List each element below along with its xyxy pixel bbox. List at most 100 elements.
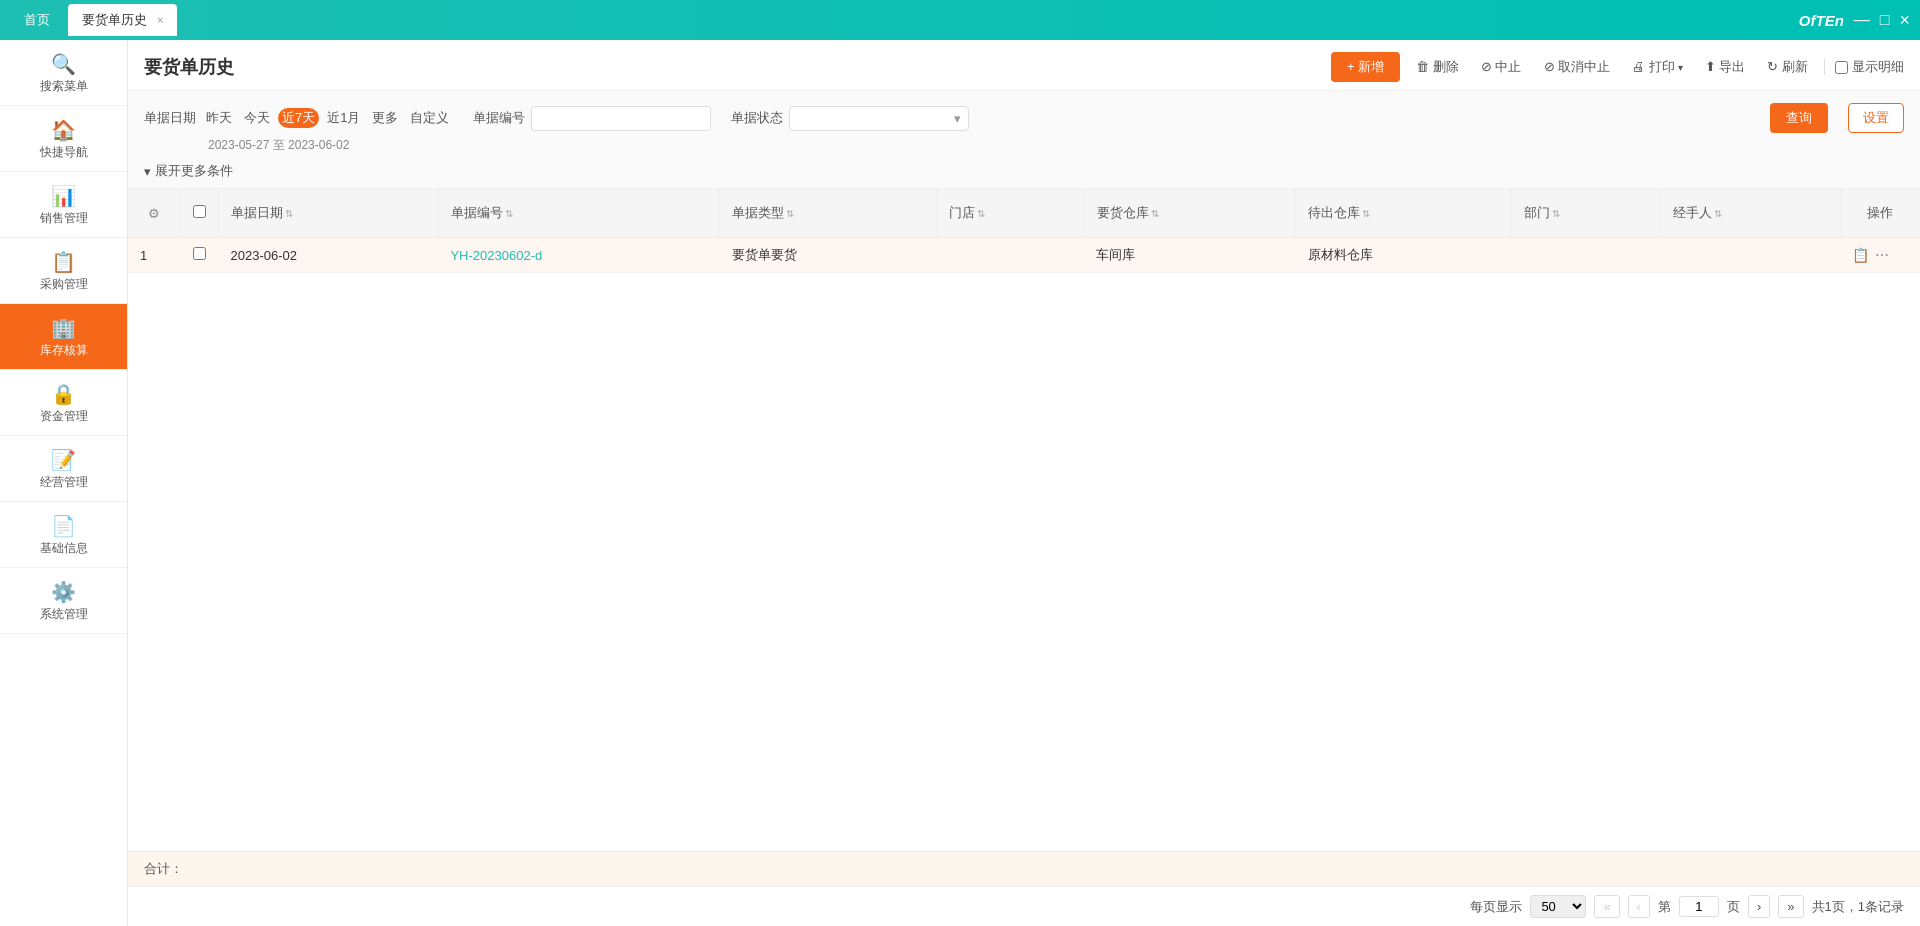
content-area: 要货单历史 + 新增 🗑 删除 ⊘ 中止 ⊘ 取消中止 🖨 打印 ▾ <box>128 40 1920 926</box>
main-layout: 🔍 搜索菜单 🏠 快捷导航 📊 销售管理 📋 采购管理 🏢 库存核算 🔒 资金管… <box>0 40 1920 926</box>
col-pending-warehouse: 待出仓库 ⇅ <box>1296 189 1512 238</box>
table-header-row: ⚙ 单据日期 ⇅ <box>128 189 1920 238</box>
delete-button[interactable]: 🗑 删除 <box>1410 54 1465 80</box>
sidebar-item-search-menu[interactable]: 🔍 搜索菜单 <box>0 40 127 106</box>
cell-store <box>936 238 1084 273</box>
cancel-stop-button[interactable]: ⊘ 取消中止 <box>1538 54 1617 80</box>
sidebar-item-purchase-mgmt[interactable]: 📋 采购管理 <box>0 238 127 304</box>
page-suffix: 页 <box>1727 898 1740 916</box>
doc-no-input[interactable] <box>531 106 711 131</box>
sidebar-item-label: 系统管理 <box>40 606 88 623</box>
toolbar-divider <box>1824 59 1825 75</box>
sort-pending-warehouse[interactable]: 待出仓库 ⇅ <box>1308 204 1370 222</box>
requisition-table: ⚙ 单据日期 ⇅ <box>128 189 1920 273</box>
sidebar-item-label: 采购管理 <box>40 276 88 293</box>
date-shortcut-yesterday[interactable]: 昨天 <box>202 108 236 128</box>
tab-close-icon[interactable]: × <box>157 14 163 26</box>
date-shortcut-7days[interactable]: 近7天 <box>278 108 319 128</box>
col-dept: 部门 ⇅ <box>1512 189 1660 238</box>
status-select-wrapper <box>789 106 969 131</box>
chart-icon: 📊 <box>51 186 76 206</box>
next-page-btn[interactable]: › <box>1748 895 1770 918</box>
col-handler: 经手人 ⇅ <box>1660 189 1840 238</box>
date-shortcut-1month[interactable]: 近1月 <box>323 108 364 128</box>
refresh-button[interactable]: ↻ 刷新 <box>1761 54 1814 80</box>
filter-row-1: 单据日期 昨天 今天 近7天 近1月 更多 自定义 单据编号 <box>144 103 1904 133</box>
setting-button[interactable]: 设置 <box>1848 103 1904 133</box>
maximize-btn[interactable]: □ <box>1880 11 1890 29</box>
lock-icon: 🔒 <box>51 384 76 404</box>
page-size-select[interactable]: 50 100 200 <box>1530 895 1586 918</box>
date-shortcut-today[interactable]: 今天 <box>240 108 274 128</box>
sidebar-item-sales-mgmt[interactable]: 📊 销售管理 <box>0 172 127 238</box>
home-icon: 🏠 <box>51 120 76 140</box>
display-detail-checkbox[interactable]: 显示明细 <box>1835 58 1904 76</box>
tab-requisition-history[interactable]: 要货单历史 × <box>68 4 177 36</box>
sidebar-item-operations-mgmt[interactable]: 📝 经营管理 <box>0 436 127 502</box>
pagination-bar: 每页显示 50 100 200 « ‹ 第 页 › » 共1页，1条记录 <box>128 886 1920 926</box>
sidebar-item-basic-info[interactable]: 📄 基础信息 <box>0 502 127 568</box>
cell-pending-warehouse: 原材料仓库 <box>1296 238 1512 273</box>
toolbar: + 新增 🗑 删除 ⊘ 中止 ⊘ 取消中止 🖨 打印 ▾ <box>1331 52 1904 82</box>
close-btn[interactable]: × <box>1899 10 1910 31</box>
sidebar: 🔍 搜索菜单 🏠 快捷导航 📊 销售管理 📋 采购管理 🏢 库存核算 🔒 资金管… <box>0 40 128 926</box>
status-select[interactable] <box>789 106 969 131</box>
sort-store[interactable]: 门店 ⇅ <box>949 204 985 222</box>
view-action-icon[interactable]: 📋 <box>1852 247 1869 263</box>
page-size-label: 每页显示 <box>1470 898 1522 916</box>
select-all-checkbox[interactable] <box>193 205 206 218</box>
more-action-icon[interactable]: ⋯ <box>1875 247 1889 263</box>
last-page-btn[interactable]: » <box>1778 895 1803 918</box>
status-filter-group: 单据状态 <box>731 106 969 131</box>
sidebar-item-quick-nav[interactable]: 🏠 快捷导航 <box>0 106 127 172</box>
doc-no-link[interactable]: YH-20230602-d <box>450 248 542 263</box>
page-label: 第 <box>1658 898 1671 916</box>
export-button[interactable]: ⬆ 导出 <box>1699 54 1752 80</box>
date-shortcut-custom[interactable]: 自定义 <box>406 108 453 128</box>
date-shortcut-more[interactable]: 更多 <box>368 108 402 128</box>
cell-req-warehouse: 车间库 <box>1084 238 1295 273</box>
sidebar-item-finance-mgmt[interactable]: 🔒 资金管理 <box>0 370 127 436</box>
sort-doc-type[interactable]: 单据类型 ⇅ <box>732 204 794 222</box>
stop-button[interactable]: ⊘ 中止 <box>1475 54 1528 80</box>
cell-dept <box>1512 238 1660 273</box>
sidebar-item-system-mgmt[interactable]: ⚙️ 系统管理 <box>0 568 127 634</box>
cell-doc-type: 要货单要货 <box>720 238 936 273</box>
first-page-btn[interactable]: « <box>1594 895 1619 918</box>
status-label: 单据状态 <box>731 109 783 127</box>
tab-home[interactable]: 首页 <box>10 4 64 36</box>
expand-more-btn[interactable]: ▾ 展开更多条件 <box>144 162 1904 180</box>
note-icon: 📝 <box>51 450 76 470</box>
search-button[interactable]: 查询 <box>1770 103 1828 133</box>
settings-gear-icon[interactable]: ⚙ <box>140 199 168 227</box>
minimize-btn[interactable]: — <box>1854 11 1870 29</box>
sort-dept[interactable]: 部门 ⇅ <box>1524 204 1560 222</box>
page-content: 要货单历史 + 新增 🗑 删除 ⊘ 中止 ⊘ 取消中止 🖨 打印 ▾ <box>128 40 1920 926</box>
row-checkbox[interactable] <box>193 247 206 260</box>
new-button[interactable]: + 新增 <box>1331 52 1400 82</box>
col-doc-type: 单据类型 ⇅ <box>720 189 936 238</box>
sidebar-item-label: 资金管理 <box>40 408 88 425</box>
print-dropdown-icon: ▾ <box>1678 62 1683 73</box>
sidebar-item-label: 快捷导航 <box>40 144 88 161</box>
doc-no-label: 单据编号 <box>473 109 525 127</box>
cell-doc-no: YH-20230602-d <box>438 238 719 273</box>
print-button[interactable]: 🖨 打印 ▾ <box>1626 54 1689 80</box>
col-actions: 操作 <box>1840 189 1920 238</box>
sort-doc-no[interactable]: 单据编号 ⇅ <box>451 204 513 222</box>
doc-icon: 📄 <box>51 516 76 536</box>
sidebar-item-label: 经营管理 <box>40 474 88 491</box>
sort-req-warehouse[interactable]: 要货仓库 ⇅ <box>1097 204 1159 222</box>
sidebar-item-inventory[interactable]: 🏢 库存核算 <box>0 304 127 370</box>
filter-area: 单据日期 昨天 今天 近7天 近1月 更多 自定义 单据编号 <box>128 91 1920 189</box>
display-detail-input[interactable] <box>1835 61 1848 74</box>
date-filter-group: 单据日期 昨天 今天 近7天 近1月 更多 自定义 <box>144 108 453 128</box>
date-range-display: 2023-05-27 至 2023-06-02 <box>144 137 1904 154</box>
cell-seq: 1 <box>128 238 181 273</box>
prev-page-btn[interactable]: ‹ <box>1628 895 1650 918</box>
page-input[interactable] <box>1679 896 1719 917</box>
sort-doc-date[interactable]: 单据日期 ⇅ <box>231 204 293 222</box>
page-title: 要货单历史 <box>144 55 1323 79</box>
sort-handler[interactable]: 经手人 ⇅ <box>1673 204 1722 222</box>
col-settings: ⚙ <box>128 189 181 238</box>
